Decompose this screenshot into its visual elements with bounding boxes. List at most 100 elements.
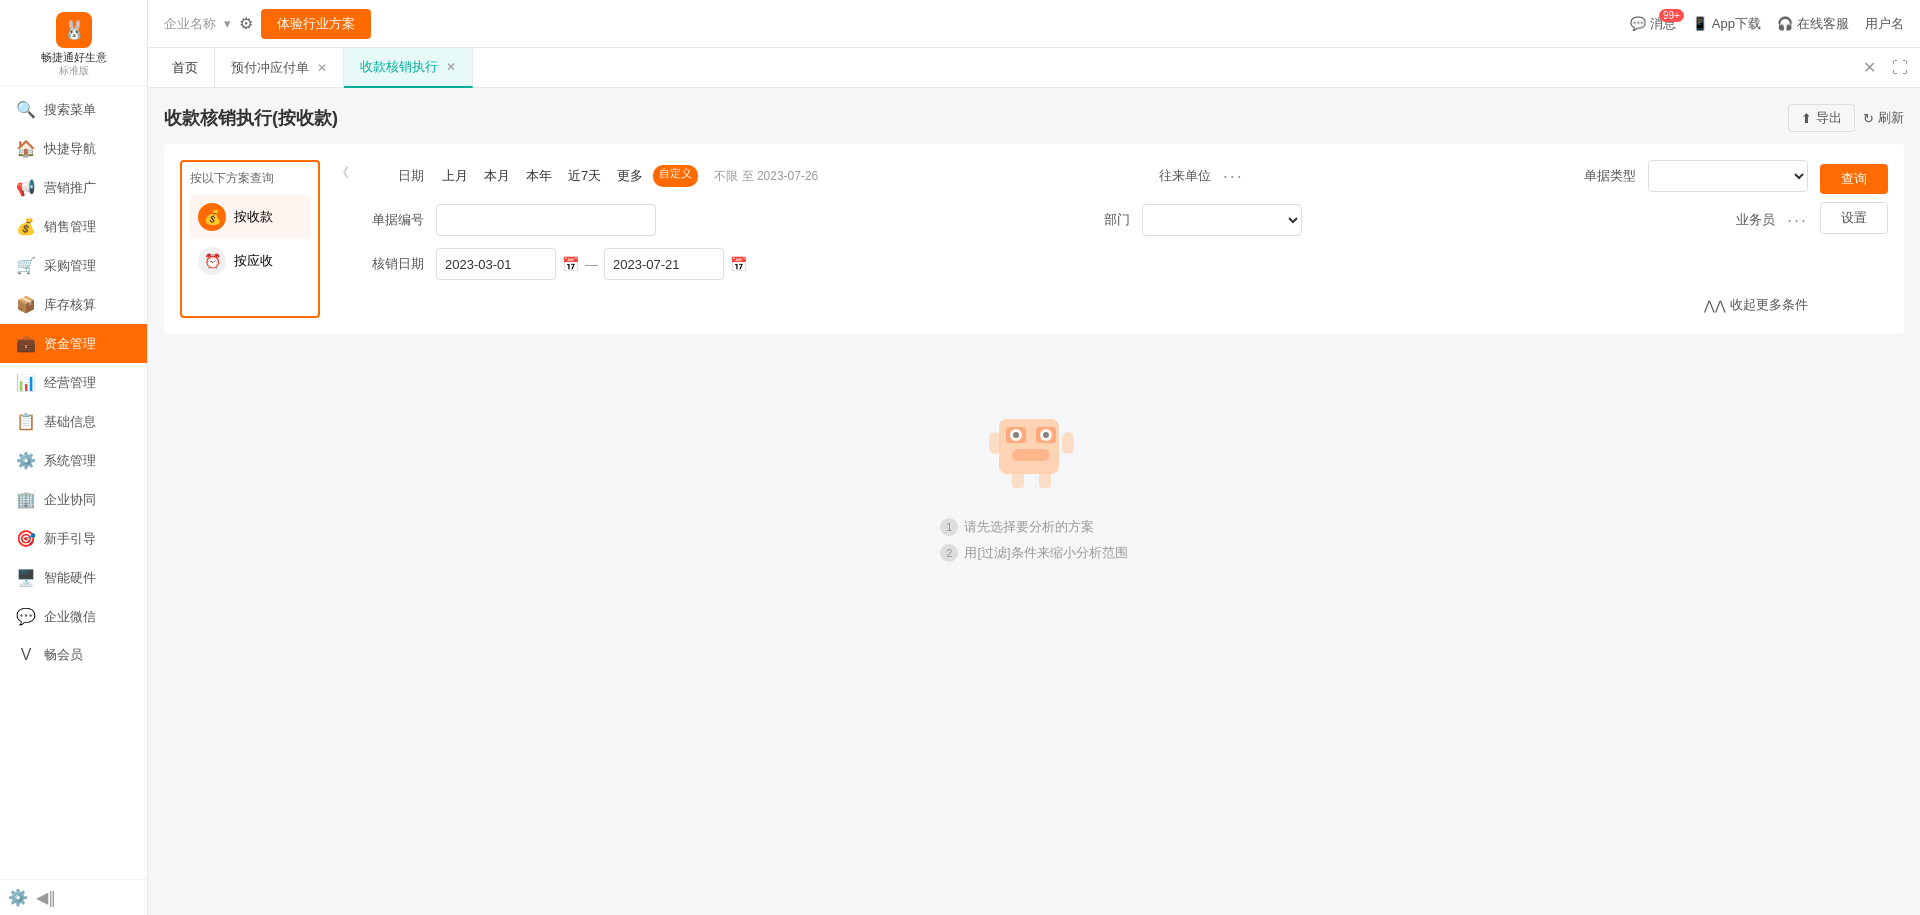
sidebar-item-weixin[interactable]: 💬 企业微信: [0, 597, 147, 636]
refresh-button[interactable]: ↻ 刷新: [1863, 104, 1904, 132]
home-icon: 🏠: [16, 139, 36, 158]
partner-input[interactable]: ···: [1223, 166, 1244, 187]
collapse-sidebar-icon[interactable]: ◀‖: [36, 888, 56, 907]
writeoff-date-group: 📅 — 📅: [436, 248, 747, 280]
collapse-panel-button[interactable]: 《: [332, 160, 352, 318]
svg-rect-4: [989, 432, 1001, 454]
sidebar-bottom: ⚙️ ◀‖: [0, 879, 147, 915]
topbar-left: 企业名称 ▾ ⚙ 体验行业方案: [164, 9, 1618, 39]
query-button[interactable]: 查询: [1820, 164, 1888, 194]
date-custom-badge[interactable]: 自定义: [653, 165, 698, 187]
topbar: 企业名称 ▾ ⚙ 体验行业方案 💬 消息 99+ 📱 App下载 🎧 在线客服 …: [148, 0, 1920, 48]
sidebar-item-quicknav[interactable]: 🏠 快捷导航: [0, 129, 147, 168]
empty-robot-svg: [984, 394, 1084, 494]
sidebar-item-search[interactable]: 🔍 搜索菜单: [0, 90, 147, 129]
date-this-month-btn[interactable]: 本月: [478, 165, 516, 187]
tab-close-collect[interactable]: ✕: [446, 60, 456, 74]
writeoff-date-end-input[interactable]: [604, 248, 724, 280]
step-2-num: 2: [940, 544, 958, 562]
sidebar-item-basic[interactable]: 📋 基础信息: [0, 402, 147, 441]
dept-select[interactable]: [1142, 204, 1302, 236]
tab-collect[interactable]: 收款核销执行 ✕: [344, 48, 473, 88]
sidebar-item-guide[interactable]: 🎯 新手引导: [0, 519, 147, 558]
close-tab-button[interactable]: ✕: [1859, 54, 1880, 81]
date-label: 日期: [364, 167, 424, 185]
export-icon: ⬆: [1801, 111, 1812, 126]
sidebar-item-member[interactable]: V 畅会员: [0, 636, 147, 674]
settings-button[interactable]: 设置: [1820, 202, 1888, 234]
member-icon: V: [16, 646, 36, 664]
solution-button[interactable]: 体验行业方案: [261, 9, 371, 39]
message-badge: 99+: [1659, 9, 1684, 22]
writeoff-date-start-input[interactable]: [436, 248, 556, 280]
date-this-year-btn[interactable]: 本年: [520, 165, 558, 187]
operation-icon: 📊: [16, 373, 36, 392]
filter-row-2: 单据编号 部门 业务员 ···: [364, 204, 1808, 236]
date-more-btn[interactable]: 更多: [611, 165, 649, 187]
search-icon: 🔍: [16, 100, 36, 119]
maximize-tab-button[interactable]: ⛶: [1888, 54, 1912, 81]
refresh-icon: ↻: [1863, 111, 1874, 126]
sidebar-item-purchase[interactable]: 🛒 采购管理: [0, 246, 147, 285]
enterprise-icon: 🏢: [16, 490, 36, 509]
svg-rect-7: [1039, 472, 1051, 488]
sidebar-menu: 🔍 搜索菜单 🏠 快捷导航 📢 营销推广 💰 销售管理 🛒 采购管理 📦 库存核…: [0, 86, 147, 879]
page-title: 收款核销执行(按收款): [164, 106, 338, 130]
query-type-title: 按以下方案查询: [190, 170, 310, 187]
sidebar-item-system[interactable]: ⚙️ 系统管理: [0, 441, 147, 480]
query-type-by-receipt[interactable]: 💰 按收款: [190, 195, 310, 239]
finance-icon: 💼: [16, 334, 36, 353]
sidebar-item-hardware[interactable]: 🖥️ 智能硬件: [0, 558, 147, 597]
logo-text: 畅捷通好生意 标准版: [41, 50, 107, 77]
svg-rect-5: [1062, 432, 1074, 454]
purchase-icon: 🛒: [16, 256, 36, 275]
collapse-more-button[interactable]: ⋀⋀ 收起更多条件: [1704, 296, 1808, 314]
sidebar-item-inventory[interactable]: 📦 库存核算: [0, 285, 147, 324]
staff-label: 业务员: [1715, 211, 1775, 229]
date-quick-buttons: 上月 本月 本年 近7天 更多 自定义: [436, 165, 698, 187]
export-button[interactable]: ⬆ 导出: [1788, 104, 1855, 132]
tabbar-actions: ✕ ⛶: [1859, 54, 1912, 81]
doc-type-select[interactable]: [1648, 160, 1808, 192]
sidebar-item-marketing[interactable]: 📢 营销推广: [0, 168, 147, 207]
date-last-month-btn[interactable]: 上月: [436, 165, 474, 187]
dropdown-icon[interactable]: ▾: [224, 16, 231, 31]
staff-input[interactable]: ···: [1787, 210, 1808, 231]
message-button[interactable]: 💬 消息 99+: [1630, 15, 1676, 33]
settings-bottom-icon[interactable]: ⚙️: [8, 888, 28, 907]
doc-num-label: 单据编号: [364, 211, 424, 229]
date-range-text: 不限 至 2023-07-26: [714, 168, 818, 185]
tab-close-prepay[interactable]: ✕: [317, 61, 327, 75]
sidebar-item-operation[interactable]: 📊 经营管理: [0, 363, 147, 402]
tab-home[interactable]: 首页: [156, 48, 215, 88]
app-download-button[interactable]: 📱 App下载: [1692, 15, 1761, 33]
date-separator: —: [585, 257, 598, 272]
receivable-icon: ⏰: [198, 247, 226, 275]
system-icon: ⚙️: [16, 451, 36, 470]
sidebar-logo: 🐰 畅捷通好生意 标准版: [0, 0, 147, 86]
page-actions: ⬆ 导出 ↻ 刷新: [1788, 104, 1904, 132]
svg-rect-3: [1012, 449, 1050, 461]
empty-text: 1 请先选择要分析的方案 2 用[过滤]条件来缩小分析范围: [940, 514, 1127, 566]
collapse-more-icon: ⋀⋀: [1704, 298, 1726, 313]
query-type-by-receivable[interactable]: ⏰ 按应收: [190, 239, 310, 283]
topbar-brand: 企业名称: [164, 15, 216, 33]
sidebar-item-finance[interactable]: 💼 资金管理: [0, 324, 147, 363]
date-7days-btn[interactable]: 近7天: [562, 165, 607, 187]
sidebar-item-sales[interactable]: 💰 销售管理: [0, 207, 147, 246]
sidebar-item-enterprise[interactable]: 🏢 企业协同: [0, 480, 147, 519]
guide-icon: 🎯: [16, 529, 36, 548]
empty-state: 1 请先选择要分析的方案 2 用[过滤]条件来缩小分析范围: [164, 334, 1904, 626]
user-button[interactable]: 用户名: [1865, 15, 1904, 33]
filter-actions: 查询 设置: [1820, 160, 1888, 318]
gear-icon[interactable]: ⚙: [239, 14, 253, 33]
doc-num-input[interactable]: [436, 204, 656, 236]
tabbar: 首页 预付冲应付单 ✕ 收款核销执行 ✕ ✕ ⛶: [148, 48, 1920, 88]
tab-prepay[interactable]: 预付冲应付单 ✕: [215, 48, 344, 88]
calendar-start-icon[interactable]: 📅: [562, 256, 579, 272]
marketing-icon: 📢: [16, 178, 36, 197]
partner-label: 往来单位: [1151, 167, 1211, 185]
calendar-end-icon[interactable]: 📅: [730, 256, 747, 272]
online-service-button[interactable]: 🎧 在线客服: [1777, 15, 1849, 33]
dept-label: 部门: [1070, 211, 1130, 229]
